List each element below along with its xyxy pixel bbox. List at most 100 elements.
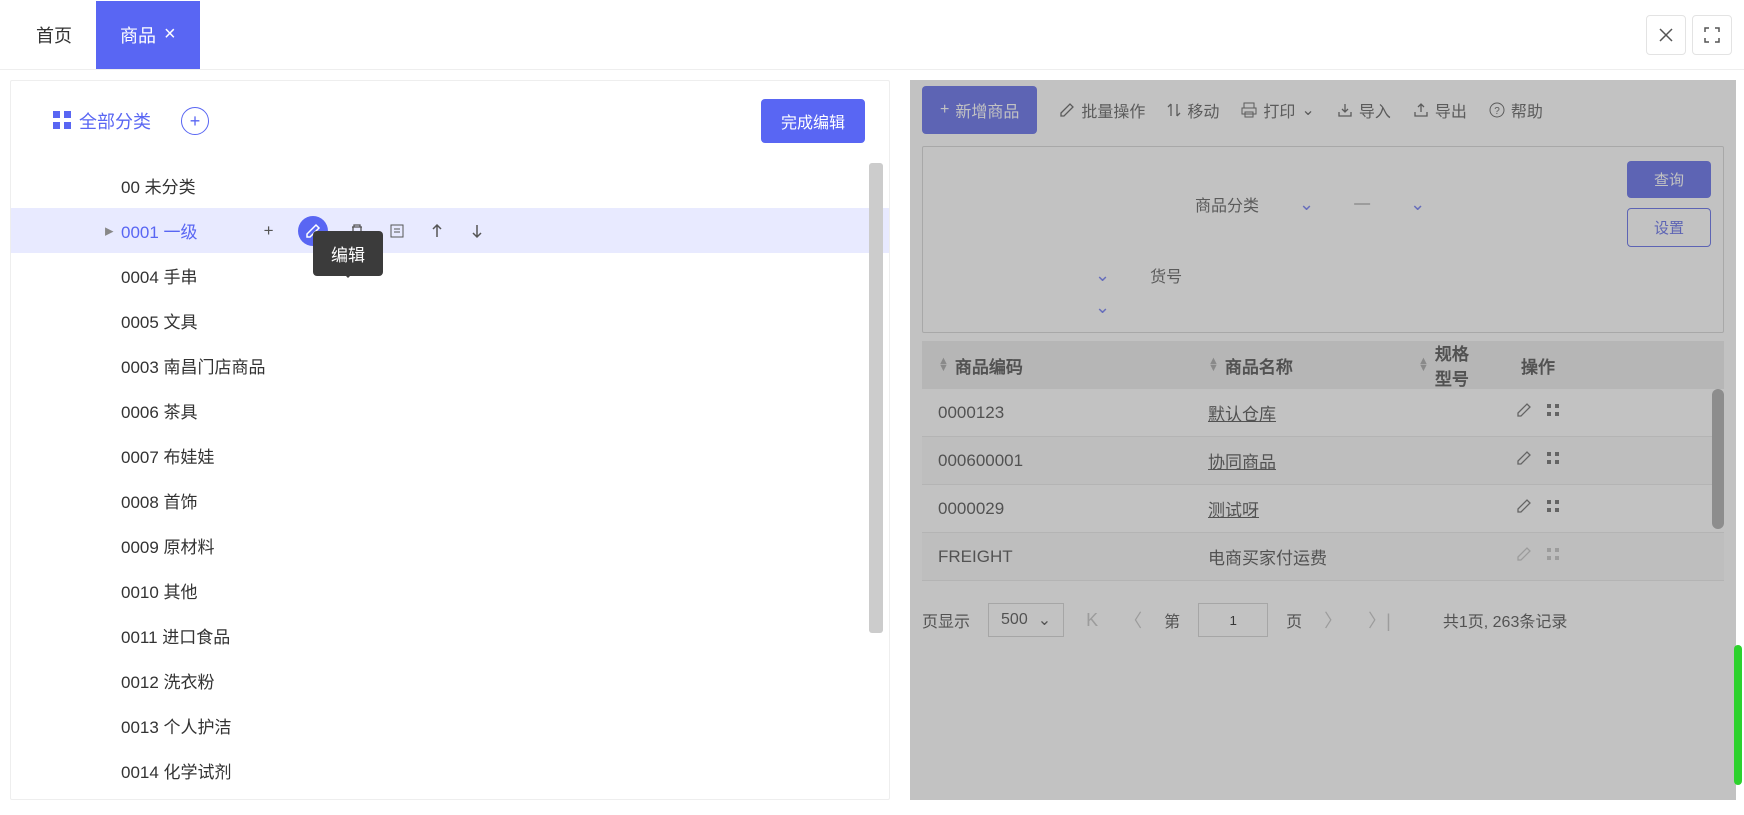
import-button[interactable]: 导入 — [1337, 98, 1391, 122]
chevron-down-icon[interactable]: ⌄ — [1410, 194, 1425, 215]
fullscreen-icon[interactable] — [1692, 15, 1732, 55]
page-prev-icon[interactable]: 〈 — [1120, 607, 1146, 633]
product-table: ▲▼ 商品编码 ▲▼ 商品名称 ▲▼ 规格型号 操作 0000123默认仓库00… — [922, 341, 1724, 581]
cell-name[interactable]: 电商买家付运费 — [1192, 544, 1402, 569]
cell-op — [1492, 450, 1584, 471]
cell-code: FREIGHT — [922, 547, 1192, 567]
more-icon[interactable] — [1546, 450, 1560, 471]
print-button[interactable]: 打印 ⌄ — [1241, 98, 1314, 122]
cell-name[interactable]: 测试呀 — [1192, 496, 1402, 521]
export-button[interactable]: 导出 — [1413, 98, 1467, 122]
scrollbar-thumb[interactable] — [869, 163, 883, 633]
edit-icon[interactable] — [1516, 402, 1532, 423]
grid-icon — [53, 111, 71, 132]
th-spec[interactable]: ▲▼ 规格型号 — [1402, 341, 1492, 390]
chevron-down-icon[interactable]: ⌄ — [1095, 297, 1110, 318]
category-panel: 全部分类 + 完成编辑 编辑 00 未分类▸0001 一级+0004 手串000… — [10, 80, 890, 800]
chevron-down-icon[interactable]: ⌄ — [1299, 194, 1314, 215]
filter-category-label: 商品分类 — [1195, 192, 1259, 216]
close-icon[interactable]: × — [164, 23, 176, 46]
query-button[interactable]: 查询 — [1627, 161, 1711, 198]
scrollbar-vertical[interactable] — [869, 163, 883, 803]
per-page-select[interactable]: 500 ⌄ — [988, 603, 1064, 637]
cell-name[interactable]: 协同商品 — [1192, 448, 1402, 473]
top-tab-bar: 首页 商品 × — [0, 0, 1744, 70]
cell-name[interactable]: 默认仓库 — [1192, 400, 1402, 425]
more-icon[interactable] — [1546, 546, 1560, 567]
import-icon — [1337, 102, 1353, 118]
setting-button[interactable]: 设置 — [1627, 208, 1711, 247]
print-icon — [1241, 102, 1257, 118]
tree-item[interactable]: 0013 个人护洁 — [97, 703, 889, 748]
cell-op — [1492, 402, 1584, 423]
tree-item[interactable]: 0004 手串 — [97, 253, 889, 298]
tree-item[interactable]: 0007 布娃娃 — [97, 433, 889, 478]
move-down-icon[interactable] — [466, 220, 488, 242]
table-row[interactable]: FREIGHT电商买家付运费 — [922, 533, 1724, 581]
add-child-icon[interactable]: + — [258, 220, 280, 242]
tree-item-label: 0007 布娃娃 — [121, 443, 215, 468]
th-name[interactable]: ▲▼ 商品名称 — [1192, 353, 1402, 378]
add-product-button[interactable]: + 新增商品 — [922, 86, 1037, 134]
add-category-button[interactable]: + — [181, 107, 209, 135]
batch-op-label: 批量操作 — [1081, 98, 1145, 122]
tree-item-label: 0004 手串 — [121, 263, 198, 288]
category-tree: 00 未分类▸0001 一级+0004 手串0005 文具0003 南昌门店商品… — [11, 163, 889, 793]
tree-item[interactable]: 0012 洗衣粉 — [97, 658, 889, 703]
tree-item[interactable]: 0006 茶具 — [97, 388, 889, 433]
move-up-icon[interactable] — [426, 220, 448, 242]
tree-item[interactable]: 0009 原材料 — [97, 523, 889, 568]
tree-item[interactable]: 0010 其他 — [97, 568, 889, 613]
tree-item[interactable]: 0014 化学试剂 — [97, 748, 889, 793]
chevron-down-icon: ⌄ — [1301, 100, 1314, 120]
edit-icon[interactable] — [1516, 498, 1532, 519]
page-input[interactable] — [1198, 603, 1268, 637]
svg-text:?: ? — [1494, 106, 1500, 117]
tree-item-label: 0011 进口食品 — [121, 623, 230, 648]
tree-item-label: 0005 文具 — [121, 308, 198, 333]
help-button[interactable]: ? 帮助 — [1489, 98, 1543, 122]
close-all-icon[interactable] — [1646, 15, 1686, 55]
edit-icon[interactable] — [1516, 450, 1532, 471]
chevron-down-icon[interactable]: ⌄ — [1095, 265, 1110, 286]
tree-item[interactable]: 0011 进口食品 — [97, 613, 889, 658]
tree-item[interactable]: 0005 文具 — [97, 298, 889, 343]
table-row[interactable]: 0000123默认仓库 — [922, 389, 1724, 437]
table-header: ▲▼ 商品编码 ▲▼ 商品名称 ▲▼ 规格型号 操作 — [922, 341, 1724, 389]
batch-op-button[interactable]: 批量操作 — [1059, 98, 1145, 122]
tree-item[interactable]: 00 未分类 — [97, 163, 889, 208]
toolbar: + 新增商品 批量操作 移动 打印 ⌄ 导入 — [910, 80, 1736, 140]
tab-home[interactable]: 首页 — [12, 1, 96, 69]
rename-icon[interactable] — [386, 220, 408, 242]
page-last-icon[interactable]: 〉| — [1364, 607, 1395, 633]
more-icon[interactable] — [1546, 402, 1560, 423]
plus-icon: + — [940, 101, 949, 119]
tree-item[interactable]: 0003 南昌门店商品 — [97, 343, 889, 388]
page-word: 页 — [1286, 608, 1302, 632]
more-icon[interactable] — [1546, 498, 1560, 519]
table-scrollbar-thumb[interactable] — [1712, 389, 1724, 529]
cell-code: 000600001 — [922, 451, 1192, 471]
sort-icon: ▲▼ — [1208, 358, 1219, 372]
move-icon — [1167, 102, 1181, 118]
edit-tooltip: 编辑 — [313, 231, 383, 276]
th-code[interactable]: ▲▼ 商品编码 — [922, 353, 1192, 378]
tree-item[interactable]: 0008 首饰 — [97, 478, 889, 523]
tab-product[interactable]: 商品 × — [96, 1, 200, 69]
finish-edit-button[interactable]: 完成编辑 — [761, 99, 865, 143]
move-button[interactable]: 移动 — [1167, 98, 1219, 122]
tree-item-label: 0001 一级 — [121, 218, 198, 243]
move-label: 移动 — [1187, 98, 1219, 122]
panel-title: 全部分类 — [79, 108, 151, 134]
th-op: 操作 — [1492, 353, 1584, 378]
page-next-icon[interactable]: 〉 — [1320, 607, 1346, 633]
table-row[interactable]: 000600001协同商品 — [922, 437, 1724, 485]
tree-item-label: 0013 个人护洁 — [121, 713, 232, 738]
tree-item-label: 0008 首饰 — [121, 488, 198, 513]
page-first-icon[interactable]: K — [1082, 610, 1102, 631]
tree-item[interactable]: ▸0001 一级+ — [11, 208, 889, 253]
tree-item-label: 0014 化学试剂 — [121, 758, 232, 783]
edit-icon — [1516, 546, 1532, 567]
filter-box: 商品分类 ⌄ — ⌄ 查询 设置 ⌄ 货号 ⌄ — [922, 146, 1724, 333]
table-row[interactable]: 0000029测试呀 — [922, 485, 1724, 533]
